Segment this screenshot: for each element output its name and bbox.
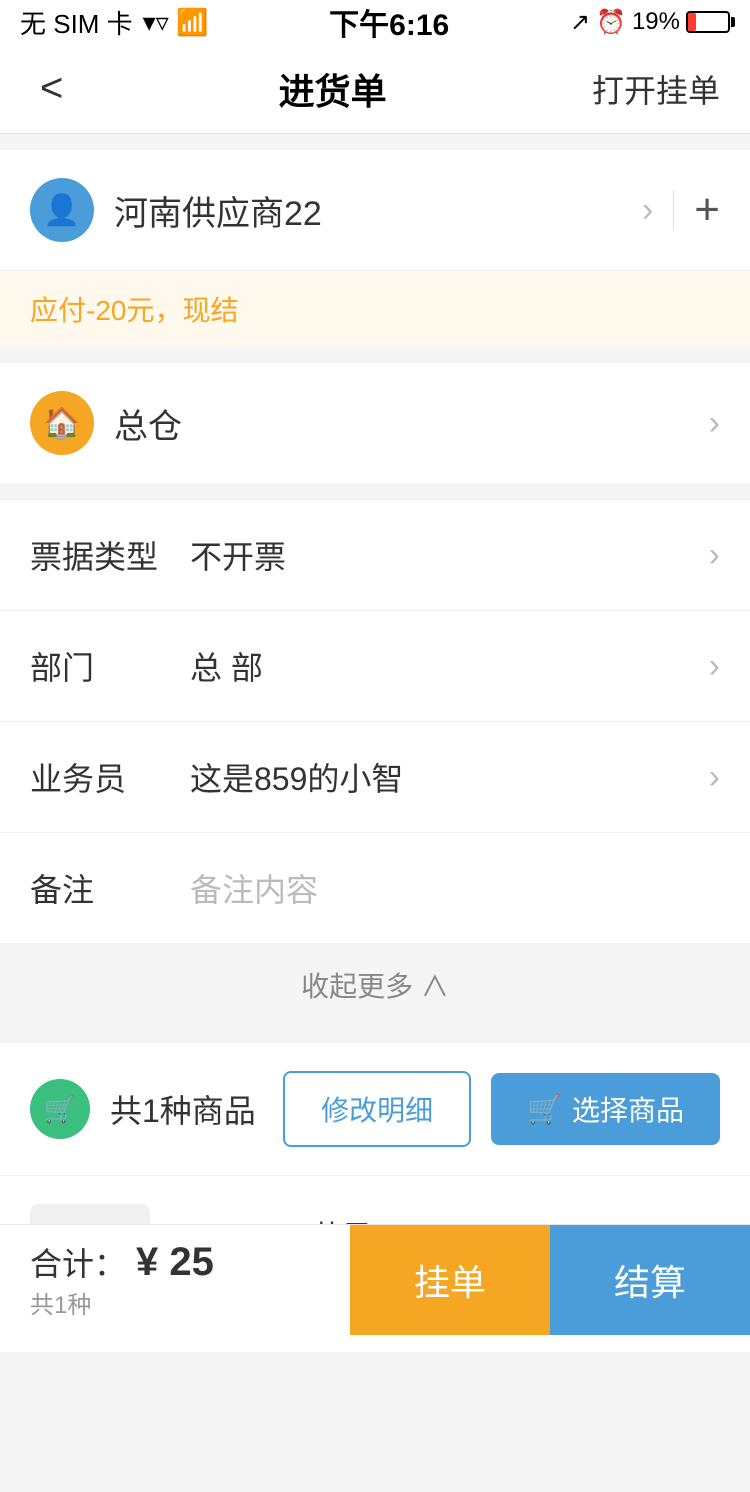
bill-type-chevron-icon: › bbox=[709, 536, 720, 575]
supplier-chevron-icon: › bbox=[642, 191, 653, 230]
warehouse-card: 🏠 总仓 › bbox=[0, 363, 750, 483]
footer: 合计： ¥ 25 共1种 挂单 结算 bbox=[0, 1224, 750, 1334]
page-title: 进货单 bbox=[279, 63, 387, 115]
supplier-name[interactable]: 河南供应商22 bbox=[114, 186, 632, 235]
salesperson-chevron-icon: › bbox=[709, 758, 720, 797]
footer-total-label: 合计： bbox=[30, 1239, 126, 1285]
supplier-card: 👤 河南供应商22 › + 应付-20元，现结 bbox=[0, 150, 750, 347]
remark-value[interactable]: 备注内容 bbox=[170, 865, 720, 911]
warehouse-name: 总仓 bbox=[114, 399, 699, 448]
remark-row[interactable]: 备注 备注内容 bbox=[0, 832, 750, 943]
footer-total-count: 共1种 bbox=[30, 1285, 320, 1320]
alarm-icon: ⏰ bbox=[596, 8, 626, 37]
notice-bar: 应付-20元，现结 bbox=[0, 271, 750, 347]
nav-bar: < 进货单 打开挂单 bbox=[0, 44, 750, 134]
footer-total-row: 合计： ¥ 25 bbox=[30, 1239, 320, 1285]
footer-total-amount: ¥ 25 bbox=[136, 1240, 214, 1285]
open-pending-button[interactable]: 打开挂单 bbox=[592, 66, 720, 112]
supplier-row: 👤 河南供应商22 › + bbox=[0, 150, 750, 271]
select-product-label: 选择商品 bbox=[572, 1089, 684, 1129]
status-bar: 无 SIM 卡 ▾▿ 📶 下午6:16 ↗ ⏰ 19% bbox=[0, 0, 750, 44]
back-button[interactable]: < bbox=[30, 56, 73, 121]
department-value: 总 部 bbox=[170, 643, 699, 689]
bill-type-row[interactable]: 票据类型 不开票 › bbox=[0, 499, 750, 610]
bill-type-value: 不开票 bbox=[170, 532, 699, 578]
supplier-divider bbox=[673, 190, 674, 230]
department-chevron-icon: › bbox=[709, 647, 720, 686]
edit-detail-button[interactable]: 修改明细 bbox=[283, 1071, 471, 1147]
salesperson-value: 这是859的小智 bbox=[170, 754, 699, 800]
select-product-icon: 🛒 bbox=[527, 1093, 562, 1126]
section-divider-4 bbox=[0, 1027, 750, 1043]
status-time: 下午6:16 bbox=[329, 0, 449, 44]
warehouse-icon: 🏠 bbox=[30, 391, 94, 455]
battery-percent: 19% bbox=[632, 8, 680, 36]
section-divider-2 bbox=[0, 347, 750, 363]
avatar-icon: 👤 bbox=[43, 193, 80, 228]
section-divider-3 bbox=[0, 483, 750, 499]
status-right: ↗ ⏰ 19% bbox=[570, 8, 730, 37]
form-card: 票据类型 不开票 › 部门 总 部 › 业务员 这是859的小智 › 备注 备注… bbox=[0, 499, 750, 943]
warehouse-chevron-icon: › bbox=[709, 404, 720, 443]
warehouse-row[interactable]: 🏠 总仓 › bbox=[0, 363, 750, 483]
supplier-avatar: 👤 bbox=[30, 178, 94, 242]
cart-icon: 🛒 bbox=[44, 1094, 76, 1125]
carrier-text: 无 SIM 卡 bbox=[20, 4, 133, 41]
product-count: 共1种商品 bbox=[110, 1086, 263, 1132]
status-left: 无 SIM 卡 ▾▿ 📶 bbox=[20, 4, 208, 41]
department-row[interactable]: 部门 总 部 › bbox=[0, 610, 750, 721]
product-section-header: 🛒 共1种商品 修改明细 🛒 选择商品 bbox=[0, 1043, 750, 1175]
section-divider-1 bbox=[0, 134, 750, 150]
department-label: 部门 bbox=[30, 643, 170, 689]
salesperson-row[interactable]: 业务员 这是859的小智 › bbox=[0, 721, 750, 832]
add-supplier-button[interactable]: + bbox=[694, 185, 720, 235]
salesperson-label: 业务员 bbox=[30, 754, 170, 800]
location-icon: ↗ bbox=[570, 8, 590, 37]
select-product-button[interactable]: 🛒 选择商品 bbox=[491, 1073, 720, 1145]
remark-label: 备注 bbox=[30, 865, 170, 911]
wifi-icon: ▾▿ 📶 bbox=[143, 7, 209, 38]
bottom-padding bbox=[0, 1352, 750, 1372]
footer-total: 合计： ¥ 25 共1种 bbox=[0, 1239, 350, 1320]
settle-button[interactable]: 结算 bbox=[550, 1225, 750, 1335]
product-icon: 🛒 bbox=[30, 1079, 90, 1139]
battery-icon bbox=[686, 11, 730, 33]
hang-button[interactable]: 挂单 bbox=[350, 1225, 550, 1335]
bill-type-label: 票据类型 bbox=[30, 532, 170, 578]
collapse-bar[interactable]: 收起更多 ∧ bbox=[0, 943, 750, 1027]
